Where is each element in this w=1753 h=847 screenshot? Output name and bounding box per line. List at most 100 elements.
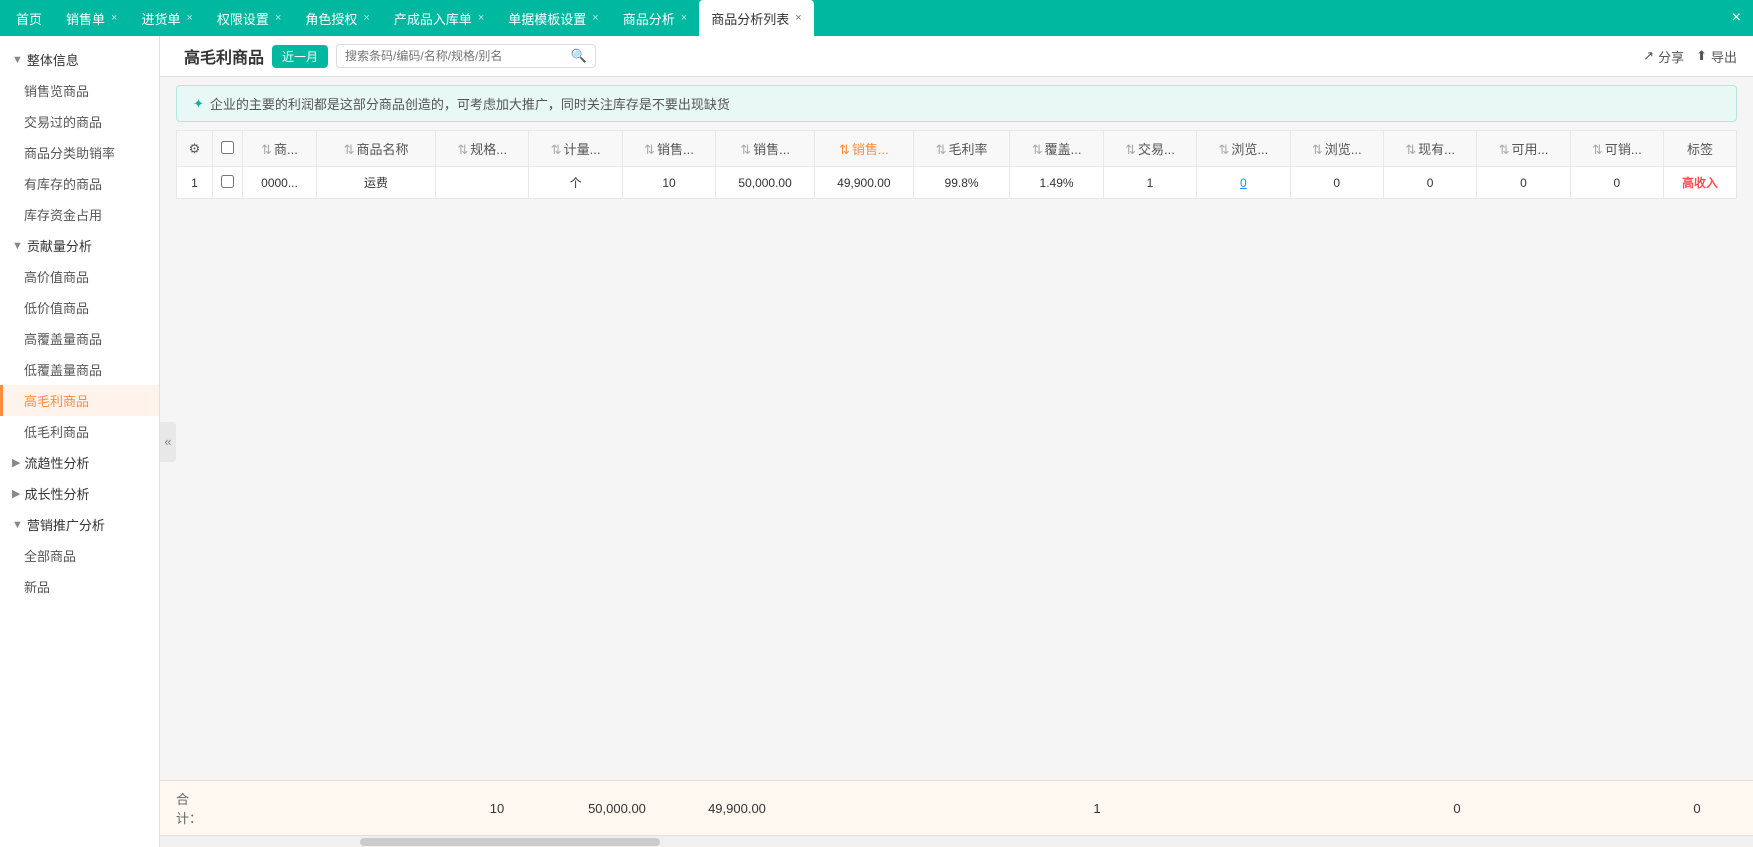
col-coverage: ⇅覆盖... — [1010, 131, 1103, 167]
sidebar-group-contribution-label: 贡献量分析 — [27, 236, 92, 255]
sidebar-item-low-gross[interactable]: 低毛利商品 — [0, 416, 159, 447]
sidebar-group-marketing-label: 营销推广分析 — [27, 515, 105, 534]
settings-icon: ⚙ — [189, 141, 201, 156]
footer-label: 合计： — [176, 789, 209, 827]
data-table: ⚙ ⇅商... ⇅商品名称 ⇅规格... — [176, 130, 1737, 199]
page-title: 高毛利商品 — [184, 44, 264, 68]
footer-browse2 — [1297, 801, 1377, 816]
close-role-tab-icon[interactable]: × — [363, 12, 369, 24]
close-product-inbound-tab-icon[interactable]: × — [478, 12, 484, 24]
tab-role[interactable]: 角色授权 × — [293, 0, 381, 36]
top-nav-bar: 首页 销售单 × 进货单 × 权限设置 × 角色授权 × 产成品入库单 × 单据… — [0, 0, 1753, 36]
cell-code: 0000... — [243, 167, 317, 199]
table-wrap: ⚙ ⇅商... ⇅商品名称 ⇅规格... — [160, 130, 1753, 780]
cell-unit: 个 — [529, 167, 622, 199]
col-sales3: ⇅销售... — [814, 131, 913, 167]
tab-analysis[interactable]: 商品分析 × — [611, 0, 699, 36]
footer-empty3 — [1537, 801, 1617, 816]
footer-sales3: 49,900.00 — [697, 801, 777, 816]
tab-template[interactable]: 单据模板设置 × — [496, 0, 610, 36]
sidebar-group-marketing[interactable]: ▼ 营销推广分析 — [0, 509, 159, 540]
export-button[interactable]: ⬆ 导出 — [1696, 47, 1737, 66]
close-analysis-tab-icon[interactable]: × — [681, 12, 687, 24]
cell-browse1[interactable]: 0 — [1197, 167, 1290, 199]
tab-analysis-list[interactable]: 商品分析列表 × — [699, 0, 813, 36]
notice-bar: ✦ 企业的主要的利润都是这部分商品创造的，可考虑加大推广，同时关注库存是不要出现… — [176, 85, 1737, 122]
col-browse2: ⇅浏览... — [1290, 131, 1383, 167]
sidebar-item-category-rate[interactable]: 商品分类助销率 — [0, 137, 159, 168]
sidebar-item-traded[interactable]: 交易过的商品 — [0, 106, 159, 137]
sidebar-item-sales-browse[interactable]: 销售览商品 — [0, 75, 159, 106]
cell-sales1: 10 — [622, 167, 715, 199]
search-wrap: 🔍 — [336, 44, 596, 68]
cell-name: 运费 — [317, 167, 436, 199]
close-permission-tab-icon[interactable]: × — [275, 12, 281, 24]
sidebar-item-all-products[interactable]: 全部商品 — [0, 540, 159, 571]
tab-template-label: 单据模板设置 — [508, 9, 586, 28]
col-sales1: ⇅销售... — [622, 131, 715, 167]
sidebar-item-high-coverage[interactable]: 高覆盖量商品 — [0, 323, 159, 354]
sidebar-item-new-products[interactable]: 新品 — [0, 571, 159, 602]
tab-home[interactable]: 首页 — [4, 0, 54, 36]
sidebar-item-low-value[interactable]: 低价值商品 — [0, 292, 159, 323]
tab-product-inbound[interactable]: 产成品入库单 × — [382, 0, 496, 36]
tab-product-inbound-label: 产成品入库单 — [394, 9, 472, 28]
cell-stock-avail: 0 — [1477, 167, 1570, 199]
col-unit: ⇅计量... — [529, 131, 622, 167]
content-area: « 高毛利商品 近一月 🔍 ↗ 分享 ⬆ 导出 ✦ 企 — [160, 36, 1753, 847]
sidebar-item-in-stock[interactable]: 有库存的商品 — [0, 168, 159, 199]
footer-stock-sale: 0 — [1657, 801, 1737, 816]
close-analysis-list-tab-icon[interactable]: × — [795, 12, 801, 24]
row-checkbox[interactable] — [221, 175, 234, 188]
sidebar-group-growth[interactable]: ▶ 成长性分析 — [0, 478, 159, 509]
sidebar-item-high-value[interactable]: 高价值商品 — [0, 261, 159, 292]
sidebar-collapse-button[interactable]: « — [160, 422, 176, 462]
col-stock-avail: ⇅可用... — [1477, 131, 1570, 167]
share-icon: ↗ — [1643, 48, 1654, 64]
table-row: 1 0000... 运费 个 10 50,000.00 49,900.00 99… — [177, 167, 1737, 199]
cell-sales2: 50,000.00 — [716, 167, 815, 199]
col-stock-sale: ⇅可销... — [1570, 131, 1663, 167]
search-icon[interactable]: 🔍 — [571, 48, 587, 64]
sidebar-item-high-gross[interactable]: 高毛利商品 — [0, 385, 159, 416]
horizontal-scrollbar[interactable] — [160, 835, 1753, 847]
col-checkbox[interactable] — [213, 131, 243, 167]
tab-purchase-label: 进货单 — [141, 9, 180, 28]
search-input[interactable] — [345, 49, 571, 63]
footer-browse1 — [1177, 801, 1257, 816]
sidebar-group-contribution[interactable]: ▼ 贡献量分析 — [0, 230, 159, 261]
cell-checkbox[interactable] — [213, 167, 243, 199]
tab-role-label: 角色授权 — [305, 9, 357, 28]
close-purchase-tab-icon[interactable]: × — [186, 12, 192, 24]
close-sales-tab-icon[interactable]: × — [111, 12, 117, 24]
cell-spec — [436, 167, 529, 199]
select-all-checkbox[interactable] — [221, 141, 234, 154]
col-settings[interactable]: ⚙ — [177, 131, 213, 167]
col-browse1: ⇅浏览... — [1197, 131, 1290, 167]
header-actions: ↗ 分享 ⬆ 导出 — [1643, 47, 1737, 66]
sidebar-item-stock-capital[interactable]: 库存资金占用 — [0, 199, 159, 230]
footer-stock-cur: 0 — [1417, 801, 1497, 816]
col-spec: ⇅规格... — [436, 131, 529, 167]
footer-values: 10 50,000.00 49,900.00 1 0 — [217, 801, 1737, 816]
tab-purchase[interactable]: 进货单 × — [129, 0, 204, 36]
main-layout: ▼ 整体信息 销售览商品 交易过的商品 商品分类助销率 有库存的商品 库存资金占… — [0, 36, 1753, 847]
sidebar-item-low-coverage[interactable]: 低覆盖量商品 — [0, 354, 159, 385]
share-button[interactable]: ↗ 分享 — [1643, 47, 1684, 66]
table-footer: 合计： 10 50,000.00 49,900.00 1 — [160, 780, 1753, 835]
col-name: ⇅商品名称 — [317, 131, 436, 167]
close-template-tab-icon[interactable]: × — [592, 12, 598, 24]
sidebar-group-overall[interactable]: ▼ 整体信息 — [0, 44, 159, 75]
cell-coverage: 1.49% — [1010, 167, 1103, 199]
col-trade: ⇅交易... — [1103, 131, 1196, 167]
close-all-tabs-button[interactable]: × — [1724, 9, 1749, 27]
period-filter-button[interactable]: 近一月 — [272, 45, 328, 68]
scroll-thumb[interactable] — [360, 838, 660, 846]
tab-home-label: 首页 — [16, 9, 42, 28]
arrow-right-icon: ▶ — [12, 456, 20, 469]
tab-permission[interactable]: 权限设置 × — [205, 0, 293, 36]
tab-sales[interactable]: 销售单 × — [54, 0, 129, 36]
notice-text: 企业的主要的利润都是这部分商品创造的，可考虑加大推广，同时关注库存是不要出现缺货 — [210, 94, 730, 113]
col-code: ⇅商... — [243, 131, 317, 167]
sidebar-group-flow[interactable]: ▶ 流趋性分析 — [0, 447, 159, 478]
